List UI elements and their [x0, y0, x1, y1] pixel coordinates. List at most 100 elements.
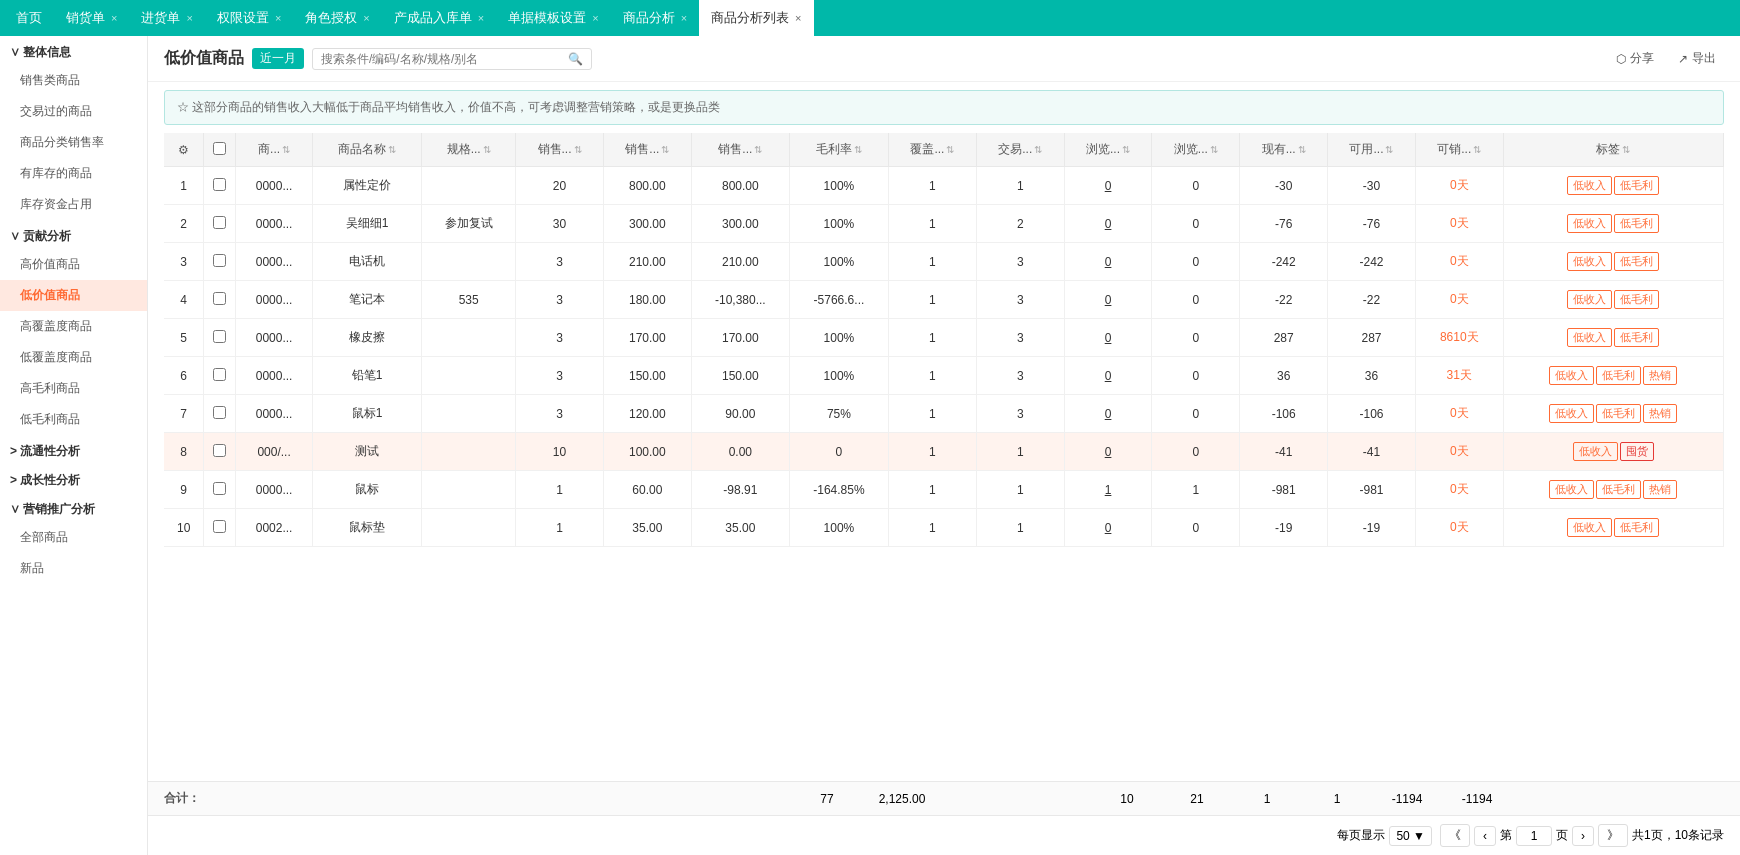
nav-analysis[interactable]: 商品分析 ×: [611, 0, 699, 36]
browse1-link[interactable]: 0: [1105, 255, 1112, 269]
sort-sellable-icon[interactable]: ⇅: [1473, 144, 1481, 155]
close-roles-icon[interactable]: ×: [363, 12, 369, 24]
sort-transaction-icon[interactable]: ⇅: [1034, 144, 1042, 155]
col-browse2[interactable]: 浏览...⇅: [1152, 133, 1240, 167]
date-tag-button[interactable]: 近一月: [252, 48, 304, 69]
sidebar-item-high-value[interactable]: 高价值商品: [0, 249, 147, 280]
sidebar-item-high-coverage[interactable]: 高覆盖度商品: [0, 311, 147, 342]
close-analysis-list-icon[interactable]: ×: [795, 12, 801, 24]
sidebar-group-flow[interactable]: > 流通性分析: [0, 435, 147, 464]
sidebar-item-low-coverage[interactable]: 低覆盖度商品: [0, 342, 147, 373]
sort-spec-icon[interactable]: ⇅: [483, 144, 491, 155]
nav-sales[interactable]: 销货单 ×: [54, 0, 129, 36]
col-current[interactable]: 现有...⇅: [1240, 133, 1328, 167]
close-analysis-icon[interactable]: ×: [681, 12, 687, 24]
nav-roles[interactable]: 角色授权 ×: [293, 0, 381, 36]
row-checkbox[interactable]: [213, 368, 226, 381]
col-code[interactable]: 商...⇅: [236, 133, 313, 167]
sort-browse1-icon[interactable]: ⇅: [1122, 144, 1130, 155]
col-tags[interactable]: 标签⇅: [1503, 133, 1723, 167]
browse1-link[interactable]: 0: [1105, 445, 1112, 459]
sidebar-group-contribution[interactable]: ∨ 贡献分析: [0, 220, 147, 249]
sort-name-icon[interactable]: ⇅: [388, 144, 396, 155]
row-checkbox[interactable]: [213, 254, 226, 267]
sort-current-icon[interactable]: ⇅: [1298, 144, 1306, 155]
sidebar-item-traded-products[interactable]: 交易过的商品: [0, 96, 147, 127]
browse1-link[interactable]: 0: [1105, 331, 1112, 345]
close-sales-icon[interactable]: ×: [111, 12, 117, 24]
sidebar-item-low-margin[interactable]: 低毛利商品: [0, 404, 147, 435]
browse1-link[interactable]: 0: [1105, 293, 1112, 307]
row-checkbox[interactable]: [213, 482, 226, 495]
settings-icon[interactable]: ⚙: [178, 143, 189, 157]
share-button[interactable]: ⬡ 分享: [1608, 46, 1662, 71]
sort-browse2-icon[interactable]: ⇅: [1210, 144, 1218, 155]
prev-page-button[interactable]: ‹: [1474, 826, 1496, 846]
first-page-button[interactable]: 《: [1440, 824, 1470, 847]
sort-price-icon[interactable]: ⇅: [661, 144, 669, 155]
browse1-link[interactable]: 0: [1105, 369, 1112, 383]
next-page-button[interactable]: ›: [1572, 826, 1594, 846]
browse1-link[interactable]: 1: [1105, 483, 1112, 497]
sidebar-item-capital-usage[interactable]: 库存资金占用: [0, 189, 147, 220]
export-button[interactable]: ↗ 导出: [1670, 46, 1724, 71]
close-purchase-icon[interactable]: ×: [186, 12, 192, 24]
sidebar-item-new-products[interactable]: 新品: [0, 553, 147, 584]
col-available[interactable]: 可用...⇅: [1328, 133, 1416, 167]
col-sale-price[interactable]: 销售...⇅: [603, 133, 691, 167]
sort-qty-icon[interactable]: ⇅: [574, 144, 582, 155]
col-settings[interactable]: ⚙: [164, 133, 204, 167]
sidebar-item-sales-products[interactable]: 销售类商品: [0, 65, 147, 96]
page-number-input[interactable]: [1516, 826, 1552, 846]
sidebar-item-category-rate[interactable]: 商品分类销售率: [0, 127, 147, 158]
row-checkbox[interactable]: [213, 292, 226, 305]
browse1-link[interactable]: 0: [1105, 217, 1112, 231]
sort-available-icon[interactable]: ⇅: [1385, 144, 1393, 155]
col-browse1[interactable]: 浏览...⇅: [1064, 133, 1152, 167]
sidebar-group-marketing[interactable]: ∨ 营销推广分析: [0, 493, 147, 522]
row-checkbox[interactable]: [213, 330, 226, 343]
browse1-link[interactable]: 0: [1105, 521, 1112, 535]
col-sale-qty[interactable]: 销售...⇅: [516, 133, 604, 167]
sort-margin-icon[interactable]: ⇅: [854, 144, 862, 155]
search-icon[interactable]: 🔍: [568, 52, 583, 66]
nav-analysis-list[interactable]: 商品分析列表 ×: [699, 0, 813, 36]
sidebar-item-stocked-products[interactable]: 有库存的商品: [0, 158, 147, 189]
nav-purchase[interactable]: 进货单 ×: [129, 0, 204, 36]
sort-code-icon[interactable]: ⇅: [282, 144, 290, 155]
browse1-link[interactable]: 0: [1105, 179, 1112, 193]
last-page-button[interactable]: 》: [1598, 824, 1628, 847]
sidebar-item-all-products[interactable]: 全部商品: [0, 522, 147, 553]
col-sellable[interactable]: 可销...⇅: [1415, 133, 1503, 167]
col-transaction[interactable]: 交易...⇅: [976, 133, 1064, 167]
nav-warehouse[interactable]: 产成品入库单 ×: [382, 0, 496, 36]
sidebar-item-low-value[interactable]: 低价值商品: [0, 280, 147, 311]
col-margin[interactable]: 毛利率⇅: [789, 133, 888, 167]
close-template-icon[interactable]: ×: [592, 12, 598, 24]
nav-home[interactable]: 首页: [4, 0, 54, 36]
sidebar-group-overall[interactable]: ∨ 整体信息: [0, 36, 147, 65]
col-name[interactable]: 商品名称⇅: [312, 133, 421, 167]
page-size-select-box[interactable]: 50 ▼: [1389, 826, 1432, 846]
sort-amount-icon[interactable]: ⇅: [754, 144, 762, 155]
nav-template[interactable]: 单据模板设置 ×: [496, 0, 610, 36]
row-checkbox[interactable]: [213, 520, 226, 533]
select-all-checkbox[interactable]: [213, 142, 226, 155]
sort-coverage-icon[interactable]: ⇅: [946, 144, 954, 155]
search-input[interactable]: [321, 52, 564, 66]
browse1-link[interactable]: 0: [1105, 407, 1112, 421]
row-checkbox[interactable]: [213, 178, 226, 191]
col-coverage[interactable]: 覆盖...⇅: [889, 133, 977, 167]
row-checkbox[interactable]: [213, 406, 226, 419]
nav-permissions[interactable]: 权限设置 ×: [205, 0, 293, 36]
col-sale-amount[interactable]: 销售...⇅: [691, 133, 789, 167]
col-spec[interactable]: 规格...⇅: [422, 133, 516, 167]
row-checkbox[interactable]: [213, 444, 226, 457]
close-permissions-icon[interactable]: ×: [275, 12, 281, 24]
row-checkbox[interactable]: [213, 216, 226, 229]
sidebar-item-high-margin[interactable]: 高毛利商品: [0, 373, 147, 404]
sort-tags-icon[interactable]: ⇅: [1622, 144, 1630, 155]
sidebar-group-growth[interactable]: > 成长性分析: [0, 464, 147, 493]
col-checkbox[interactable]: [204, 133, 236, 167]
close-warehouse-icon[interactable]: ×: [478, 12, 484, 24]
